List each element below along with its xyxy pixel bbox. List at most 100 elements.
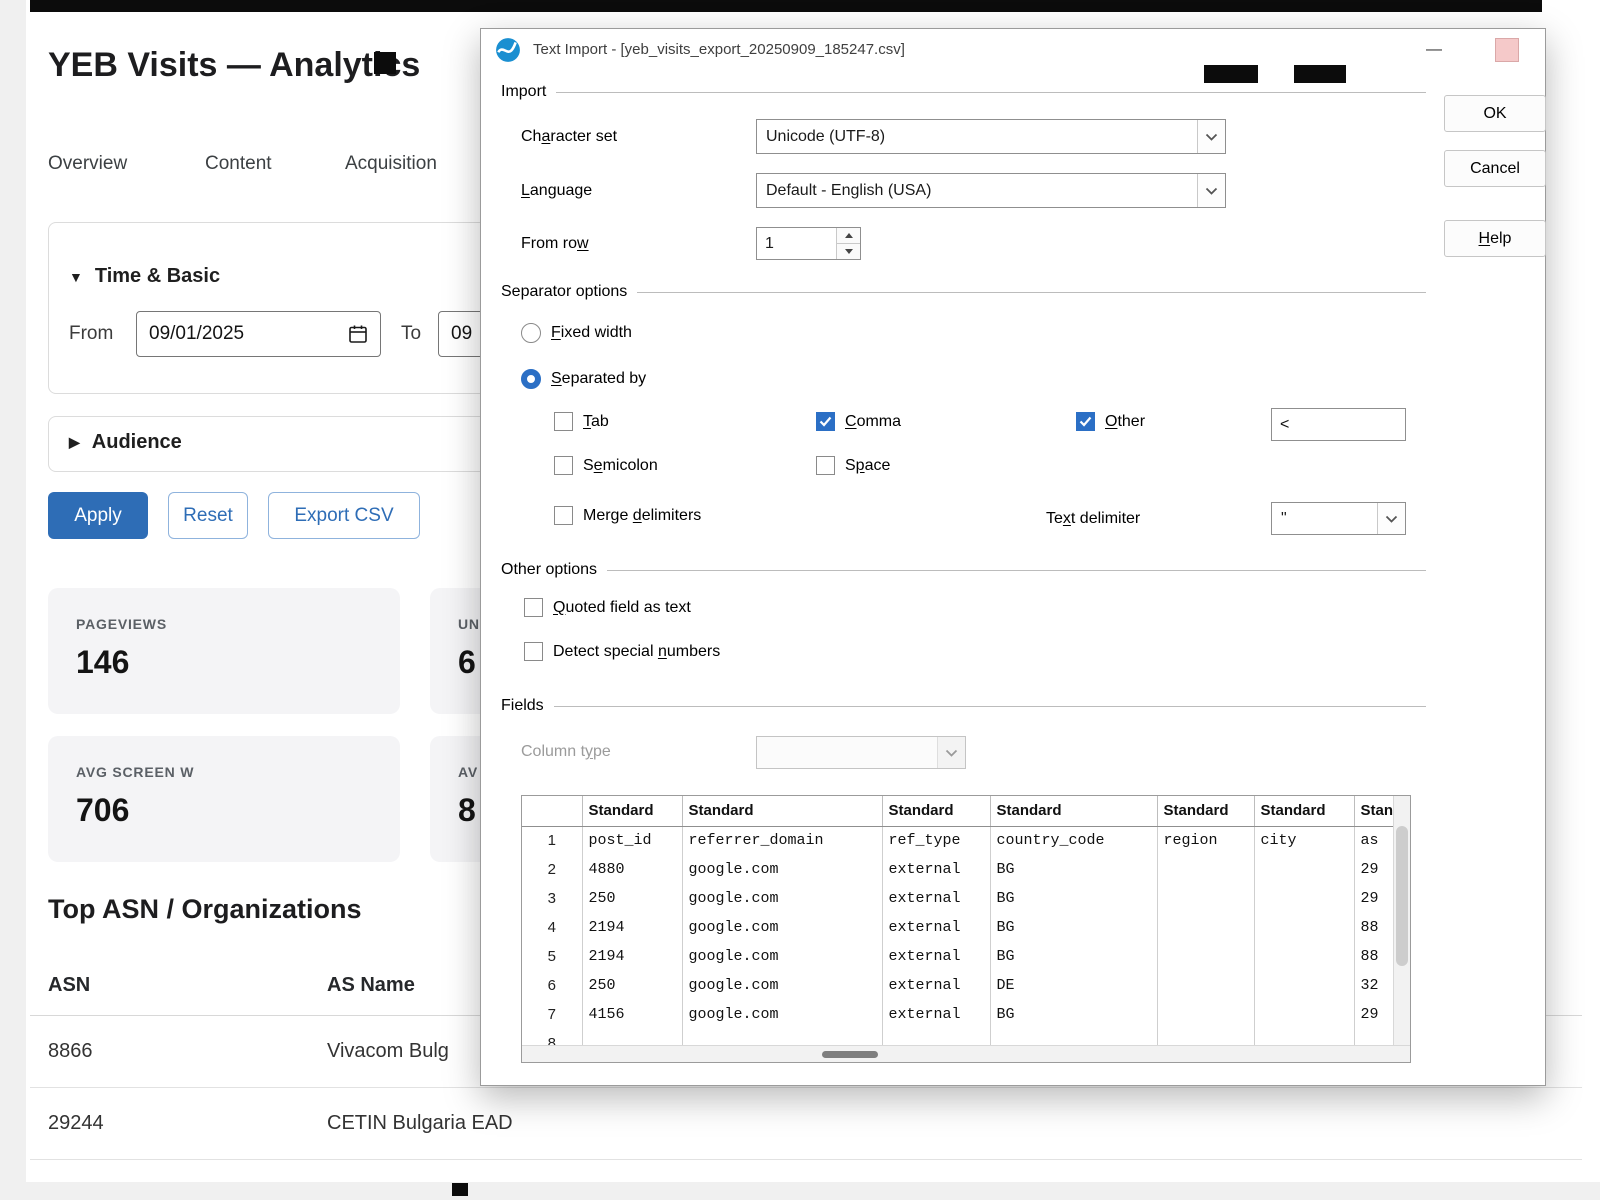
preview-column-header[interactable]: Standard <box>1354 796 1395 827</box>
row-number: 1 <box>522 826 583 855</box>
help-button[interactable]: Help <box>1444 220 1546 257</box>
scrollbar-thumb[interactable] <box>1396 826 1408 966</box>
language-select[interactable]: Default - English (USA) <box>756 173 1226 208</box>
check-icon <box>1079 416 1092 427</box>
fields-section-label: Fields <box>501 697 544 714</box>
from-date-input[interactable]: 09/01/2025 <box>136 311 381 357</box>
separated-by-radio[interactable]: Separated by <box>521 369 646 389</box>
dialog-title: Text Import - [yeb_visits_export_2025090… <box>533 41 905 58</box>
chevron-down-icon[interactable] <box>1377 503 1405 534</box>
detect-special-numbers-checkbox[interactable]: Detect special numbers <box>524 642 720 661</box>
fields-section: Fields <box>501 697 1426 715</box>
character-set-select[interactable]: Unicode (UTF-8) <box>756 119 1226 154</box>
checkbox-icon <box>524 642 543 661</box>
preview-cell: external <box>882 942 991 971</box>
preview-cell: external <box>882 913 991 942</box>
preview-column-header[interactable]: Standard <box>990 796 1158 827</box>
checkbox-checked-icon <box>1076 412 1095 431</box>
preview-cell: external <box>882 855 991 884</box>
preview-cell <box>1254 942 1355 971</box>
preview-cell: BG <box>990 884 1158 913</box>
spin-up-button[interactable] <box>837 228 860 244</box>
row-number: 6 <box>522 971 583 1000</box>
other-label: Other <box>1105 412 1146 430</box>
left-margin <box>0 0 26 1200</box>
asn-column-header: ASN <box>48 974 91 996</box>
preview-cell <box>1157 942 1255 971</box>
preview-column-header[interactable]: Standard <box>682 796 883 827</box>
preview-column-header[interactable]: Standard <box>1254 796 1355 827</box>
import-section-label: Import <box>501 83 547 100</box>
semicolon-checkbox[interactable]: Semicolon <box>554 456 658 475</box>
merge-delimiters-checkbox[interactable]: Merge delimiters <box>554 506 701 525</box>
close-button[interactable] <box>1495 38 1519 62</box>
merge-delimiters-label: Merge delimiters <box>583 506 702 524</box>
tab-content[interactable]: Content <box>205 153 272 175</box>
chevron-down-icon[interactable] <box>1197 120 1225 153</box>
checkbox-icon <box>554 506 573 525</box>
row-number: 7 <box>522 1000 583 1029</box>
tab-checkbox[interactable]: Tab <box>554 412 609 431</box>
stat-value: 146 <box>76 644 130 680</box>
column-type-select[interactable] <box>756 736 966 769</box>
fixed-width-label: Fixed width <box>551 324 632 341</box>
text-import-dialog: Text Import - [yeb_visits_export_2025090… <box>480 28 1546 1086</box>
chevron-down-icon <box>937 737 965 768</box>
separator-line <box>553 705 1426 707</box>
preview-cell: google.com <box>682 942 883 971</box>
reset-button[interactable]: Reset <box>168 492 248 539</box>
comma-checkbox[interactable]: Comma <box>816 412 901 431</box>
scrollbar-thumb[interactable] <box>822 1051 878 1058</box>
preview-cell <box>1254 971 1355 1000</box>
vertical-scrollbar[interactable] <box>1393 796 1410 1045</box>
stat-value: 706 <box>76 792 130 828</box>
preview-cell: 250 <box>582 971 683 1000</box>
tab-acquisition[interactable]: Acquisition <box>345 153 437 175</box>
chevron-down-icon[interactable] <box>1197 174 1225 207</box>
horizontal-scrollbar[interactable] <box>522 1045 1410 1062</box>
stat-label: AVG SCREEN W <box>76 764 195 780</box>
comma-label: Comma <box>845 412 902 430</box>
other-checkbox[interactable]: Other <box>1076 412 1145 431</box>
preview-cell: city <box>1254 826 1355 855</box>
minimize-button[interactable]: — <box>1419 37 1449 63</box>
character-set-value: Unicode (UTF-8) <box>766 127 886 145</box>
fixed-width-radio[interactable]: Fixed width <box>521 323 632 343</box>
apply-button[interactable]: Apply <box>48 492 148 539</box>
preview-table: Standard Standard Standard Standard Standard… <box>521 795 1411 1063</box>
ok-button[interactable]: OK <box>1444 95 1546 132</box>
preview-cell: DE <box>990 971 1158 1000</box>
spin-down-button[interactable] <box>837 244 860 259</box>
redaction-block <box>374 52 396 74</box>
export-csv-button[interactable]: Export CSV <box>268 492 420 539</box>
page-title: YEB Visits — Analytics <box>48 46 421 84</box>
checkbox-icon <box>816 456 835 475</box>
from-row-spinner[interactable]: 1 <box>756 227 861 260</box>
preview-column-header[interactable]: Standard <box>1157 796 1255 827</box>
other-options-label: Other options <box>501 561 598 578</box>
preview-cell: post_id <box>582 826 683 855</box>
as-name-cell: CETIN Bulgaria EAD <box>327 1112 513 1134</box>
dialog-titlebar[interactable]: Text Import - [yeb_visits_export_2025090… <box>481 29 1545 71</box>
triangle-down-icon: ▼ <box>69 268 83 285</box>
separator-line <box>637 291 1426 293</box>
redaction-block <box>1294 65 1346 83</box>
preview-column-header[interactable]: Standard <box>582 796 683 827</box>
redaction-block <box>452 1183 468 1196</box>
preview-cell: region <box>1157 826 1255 855</box>
audience-toggle[interactable]: ▶ Audience <box>69 431 182 454</box>
tab-overview[interactable]: Overview <box>48 153 127 175</box>
time-basic-toggle[interactable]: ▼ Time & Basic <box>69 265 220 288</box>
preview-cell: google.com <box>682 971 883 1000</box>
preview-header-row: Standard Standard Standard Standard Standard… <box>522 796 1395 827</box>
preview-column-header[interactable] <box>522 796 583 827</box>
cancel-button[interactable]: Cancel <box>1444 150 1546 187</box>
preview-row: 1 post_id referrer_domain ref_type count… <box>522 826 1395 855</box>
preview-column-header[interactable]: Standard <box>882 796 991 827</box>
text-delimiter-select[interactable]: " <box>1271 502 1406 535</box>
space-checkbox[interactable]: Space <box>816 456 890 475</box>
other-separator-input[interactable] <box>1271 408 1406 441</box>
quoted-field-checkbox[interactable]: Quoted field as text <box>524 598 691 617</box>
quoted-field-label: Quoted field as text <box>553 598 691 616</box>
preview-cell: 250 <box>582 884 683 913</box>
